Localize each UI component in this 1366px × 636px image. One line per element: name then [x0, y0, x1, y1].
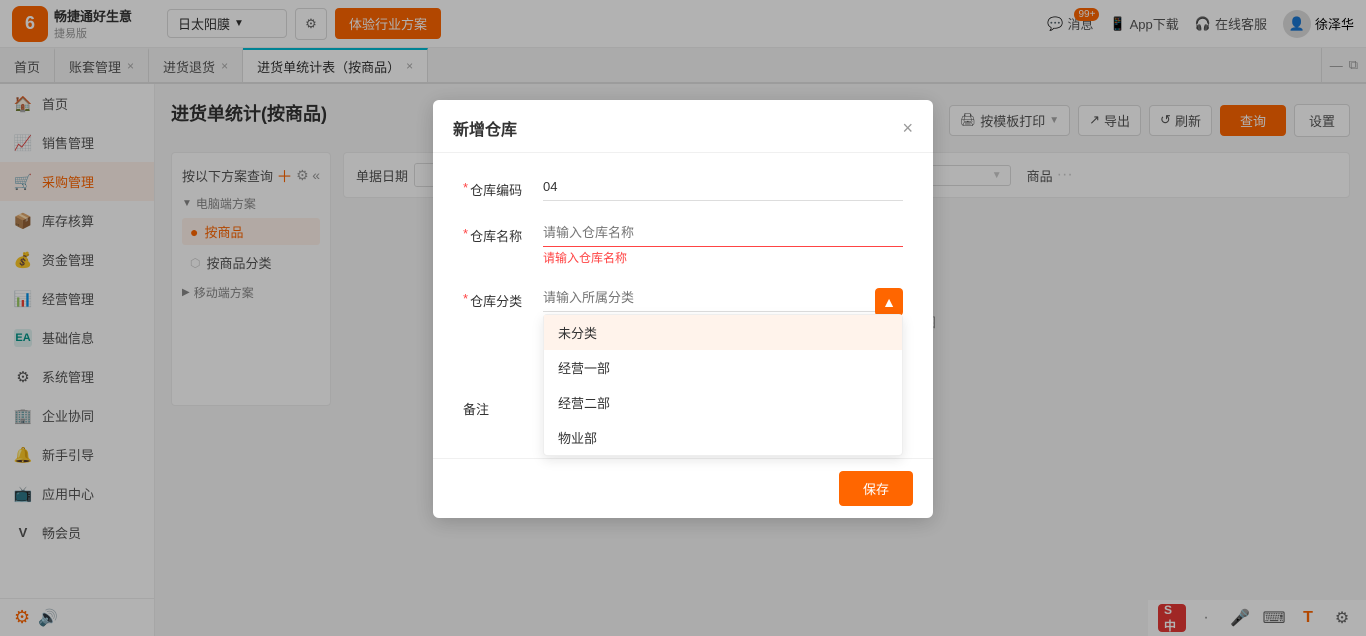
chevron-up-icon: ▲	[882, 294, 896, 310]
name-input-wrap	[543, 219, 903, 247]
name-error-msg: 请输入仓库名称	[543, 251, 627, 265]
category-input[interactable]	[543, 284, 903, 312]
modal-close-button[interactable]: ×	[902, 118, 913, 139]
modal-body: * 仓库编码 * 仓库名称	[433, 153, 933, 458]
option-property[interactable]: 物业部	[544, 420, 902, 455]
name-input[interactable]	[543, 219, 903, 247]
modal-footer: 保存	[433, 458, 933, 518]
modal-overlay: 新增仓库 × * 仓库编码 * 仓库名称	[0, 0, 1366, 636]
form-row-name: * 仓库名称 请输入仓库名称	[463, 219, 903, 266]
code-label: * 仓库编码	[463, 173, 543, 199]
save-button[interactable]: 保存	[839, 471, 913, 506]
modal-header: 新增仓库 ×	[433, 100, 933, 153]
modal-title: 新增仓库	[453, 116, 517, 140]
category-label: * 仓库分类	[463, 284, 543, 310]
name-label: * 仓库名称	[463, 219, 543, 245]
category-dropdown-list: 未分类 经营一部 经营二部 物业部	[543, 314, 903, 456]
option-dept2[interactable]: 经营二部	[544, 385, 902, 420]
code-input-wrap	[543, 173, 903, 201]
option-unclassified[interactable]: 未分类	[544, 315, 902, 350]
form-row-category: * 仓库分类 ▲ 未分类 经营一部 经营二部 物业部	[463, 284, 903, 312]
code-input[interactable]	[543, 173, 903, 201]
option-dept1[interactable]: 经营一部	[544, 350, 902, 385]
notes-label: 备注	[463, 392, 543, 418]
category-input-wrap: ▲ 未分类 经营一部 经营二部 物业部	[543, 284, 903, 312]
category-dropdown-btn[interactable]: ▲	[875, 288, 903, 316]
form-row-code: * 仓库编码	[463, 173, 903, 201]
modal-new-warehouse: 新增仓库 × * 仓库编码 * 仓库名称	[433, 100, 933, 518]
